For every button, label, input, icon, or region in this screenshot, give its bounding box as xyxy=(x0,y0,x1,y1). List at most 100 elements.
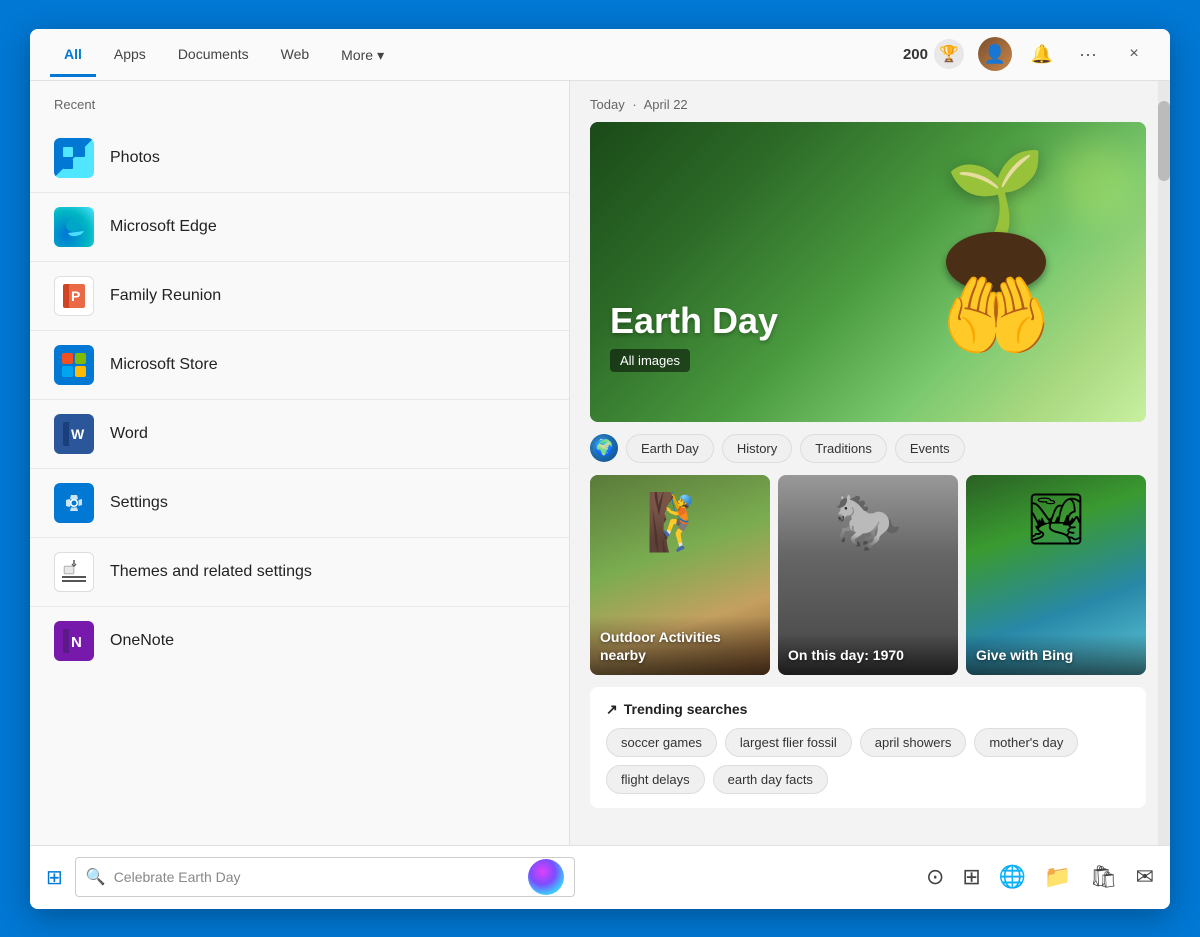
user-avatar[interactable]: 👤 xyxy=(978,37,1012,71)
taskbar-store-icon[interactable]: 🛍 xyxy=(1090,864,1118,890)
score-display: 200 🏆 xyxy=(903,39,964,69)
app-name-family-reunion: Family Reunion xyxy=(110,287,221,305)
taskbar-file-explorer-icon[interactable]: 📁 xyxy=(1044,864,1071,890)
taskbar-mail-icon[interactable]: ✉ xyxy=(1136,864,1154,890)
search-box[interactable]: 🔍 Celebrate Earth Day xyxy=(75,857,575,897)
list-item[interactable]: P Family Reunion xyxy=(30,262,569,331)
list-item[interactable]: Microsoft Edge xyxy=(30,193,569,262)
trending-pill-earth-facts[interactable]: earth day facts xyxy=(713,765,828,794)
app-name-onenote: OneNote xyxy=(110,632,174,650)
search-magnifier-icon: 🔍 xyxy=(86,867,106,887)
bing-overlay: Give with Bing xyxy=(966,634,1146,674)
history-horse-icon: 🐎 xyxy=(834,490,902,555)
date-value: April 22 xyxy=(644,97,688,112)
header-bar: All Apps Documents Web More ▾ 200 🏆 👤 🔔 … xyxy=(30,29,1170,81)
bing-card-label: Give with Bing xyxy=(976,646,1136,664)
date-prefix: Today xyxy=(590,97,625,112)
trending-title-text: Trending searches xyxy=(624,701,748,717)
svg-text:W: W xyxy=(71,426,85,442)
score-value: 200 xyxy=(903,46,928,63)
list-item[interactable]: N OneNote xyxy=(30,607,569,675)
app-name-word: Word xyxy=(110,425,148,443)
tab-all[interactable]: All xyxy=(50,32,96,77)
list-item[interactable]: Themes and related settings xyxy=(30,538,569,607)
list-item[interactable]: W Word xyxy=(30,400,569,469)
app-name-themes: Themes and related settings xyxy=(110,563,312,581)
date-display: Today · April 22 xyxy=(590,97,1146,112)
hero-subtitle[interactable]: All images xyxy=(610,349,690,372)
svg-text:P: P xyxy=(71,288,80,304)
app-name-edge: Microsoft Edge xyxy=(110,218,217,236)
tab-web[interactable]: Web xyxy=(267,32,324,77)
hero-card[interactable]: 🌱 🤲 Earth Day All images xyxy=(590,122,1146,422)
list-item[interactable]: Microsoft Store xyxy=(30,331,569,400)
tab-apps[interactable]: Apps xyxy=(100,32,160,77)
tag-history[interactable]: History xyxy=(722,434,792,463)
taskbar-icons-area: ⊙ ⊞ 🌐 📁 🛍 ✉ xyxy=(926,864,1154,890)
scrollbar-thumb[interactable] xyxy=(1158,101,1170,181)
outdoor-overlay: Outdoor Activities nearby xyxy=(590,616,770,674)
card-on-this-day[interactable]: 🐎 On this day: 1970 xyxy=(778,475,958,675)
card-outdoor-activities[interactable]: 🧗 Outdoor Activities nearby xyxy=(590,475,770,675)
main-content: Recent Photos xyxy=(30,81,1170,845)
hero-title: Earth Day xyxy=(610,301,778,341)
hero-text-area: Earth Day All images xyxy=(610,301,778,372)
tag-earth-day[interactable]: Earth Day xyxy=(626,434,714,463)
edge-icon xyxy=(54,207,94,247)
trophy-icon: 🏆 xyxy=(934,39,964,69)
right-panel: Today · April 22 🌱 xyxy=(570,81,1170,845)
date-separator: · xyxy=(632,97,636,112)
taskbar-cortana-icon[interactable]: ⊙ xyxy=(926,864,944,890)
tag-events[interactable]: Events xyxy=(895,434,965,463)
tag-traditions[interactable]: Traditions xyxy=(800,434,887,463)
scrollbar-track[interactable] xyxy=(1158,81,1170,845)
outdoor-person-icon: 🧗 xyxy=(646,490,714,555)
photos-icon xyxy=(54,138,94,178)
history-card-label: On this day: 1970 xyxy=(788,646,948,664)
tab-more-label: More xyxy=(341,47,373,63)
hand-plant-visual: 🌱 🤲 xyxy=(876,152,1116,422)
bing-logo-icon xyxy=(528,859,564,895)
trending-arrow-icon: ↗ xyxy=(606,701,618,718)
app-name-store: Microsoft Store xyxy=(110,356,218,374)
tab-more[interactable]: More ▾ xyxy=(327,33,398,76)
trending-pill-soccer[interactable]: soccer games xyxy=(606,728,717,757)
trending-pill-fossil[interactable]: largest flier fossil xyxy=(725,728,852,757)
word-icon: W xyxy=(54,414,94,454)
trending-pill-mothers-day[interactable]: mother's day xyxy=(974,728,1078,757)
card-give-with-bing[interactable]: 🏞 Give with Bing xyxy=(966,475,1146,675)
windows-start-icon[interactable]: ⊞ xyxy=(46,865,63,890)
tags-row: 🌍 Earth Day History Traditions Events xyxy=(590,434,1146,463)
tab-documents[interactable]: Documents xyxy=(164,32,263,77)
trending-pill-flight[interactable]: flight delays xyxy=(606,765,705,794)
plant-emoji: 🌱 xyxy=(946,152,1046,232)
outdoor-card-label: Outdoor Activities nearby xyxy=(600,628,760,664)
taskbar-edge-icon[interactable]: 🌐 xyxy=(999,864,1026,890)
powerpoint-icon: P xyxy=(54,276,94,316)
app-name-photos: Photos xyxy=(110,149,160,167)
list-item[interactable]: Photos xyxy=(30,124,569,193)
history-overlay: On this day: 1970 xyxy=(778,634,958,674)
taskbar: ⊞ 🔍 Celebrate Earth Day ⊙ ⊞ 🌐 📁 🛍 ✉ xyxy=(30,845,1170,909)
search-window: All Apps Documents Web More ▾ 200 🏆 👤 🔔 … xyxy=(30,29,1170,909)
left-panel: Recent Photos xyxy=(30,81,570,845)
hand-emoji: 🤲 xyxy=(940,272,1052,362)
close-button[interactable]: × xyxy=(1118,38,1150,70)
trending-pills-container: soccer games largest flier fossil april … xyxy=(606,728,1130,794)
card-grid: 🧗 Outdoor Activities nearby 🐎 On this da… xyxy=(590,475,1146,675)
search-input-placeholder: Celebrate Earth Day xyxy=(114,869,520,885)
trending-section: ↗ Trending searches soccer games largest… xyxy=(590,687,1146,808)
app-name-settings: Settings xyxy=(110,494,168,512)
onenote-icon: N xyxy=(54,621,94,661)
store-icon xyxy=(54,345,94,385)
more-options-icon[interactable]: ··· xyxy=(1072,38,1104,70)
right-content-area: Today · April 22 🌱 xyxy=(570,81,1170,824)
list-item[interactable]: Settings xyxy=(30,469,569,538)
settings-icon xyxy=(54,483,94,523)
svg-text:N: N xyxy=(71,634,82,651)
notifications-icon[interactable]: 🔔 xyxy=(1026,38,1058,70)
taskbar-task-view-icon[interactable]: ⊞ xyxy=(962,864,980,890)
trending-pill-showers[interactable]: april showers xyxy=(860,728,967,757)
start-area: ⊞ xyxy=(46,865,63,890)
themes-icon xyxy=(54,552,94,592)
